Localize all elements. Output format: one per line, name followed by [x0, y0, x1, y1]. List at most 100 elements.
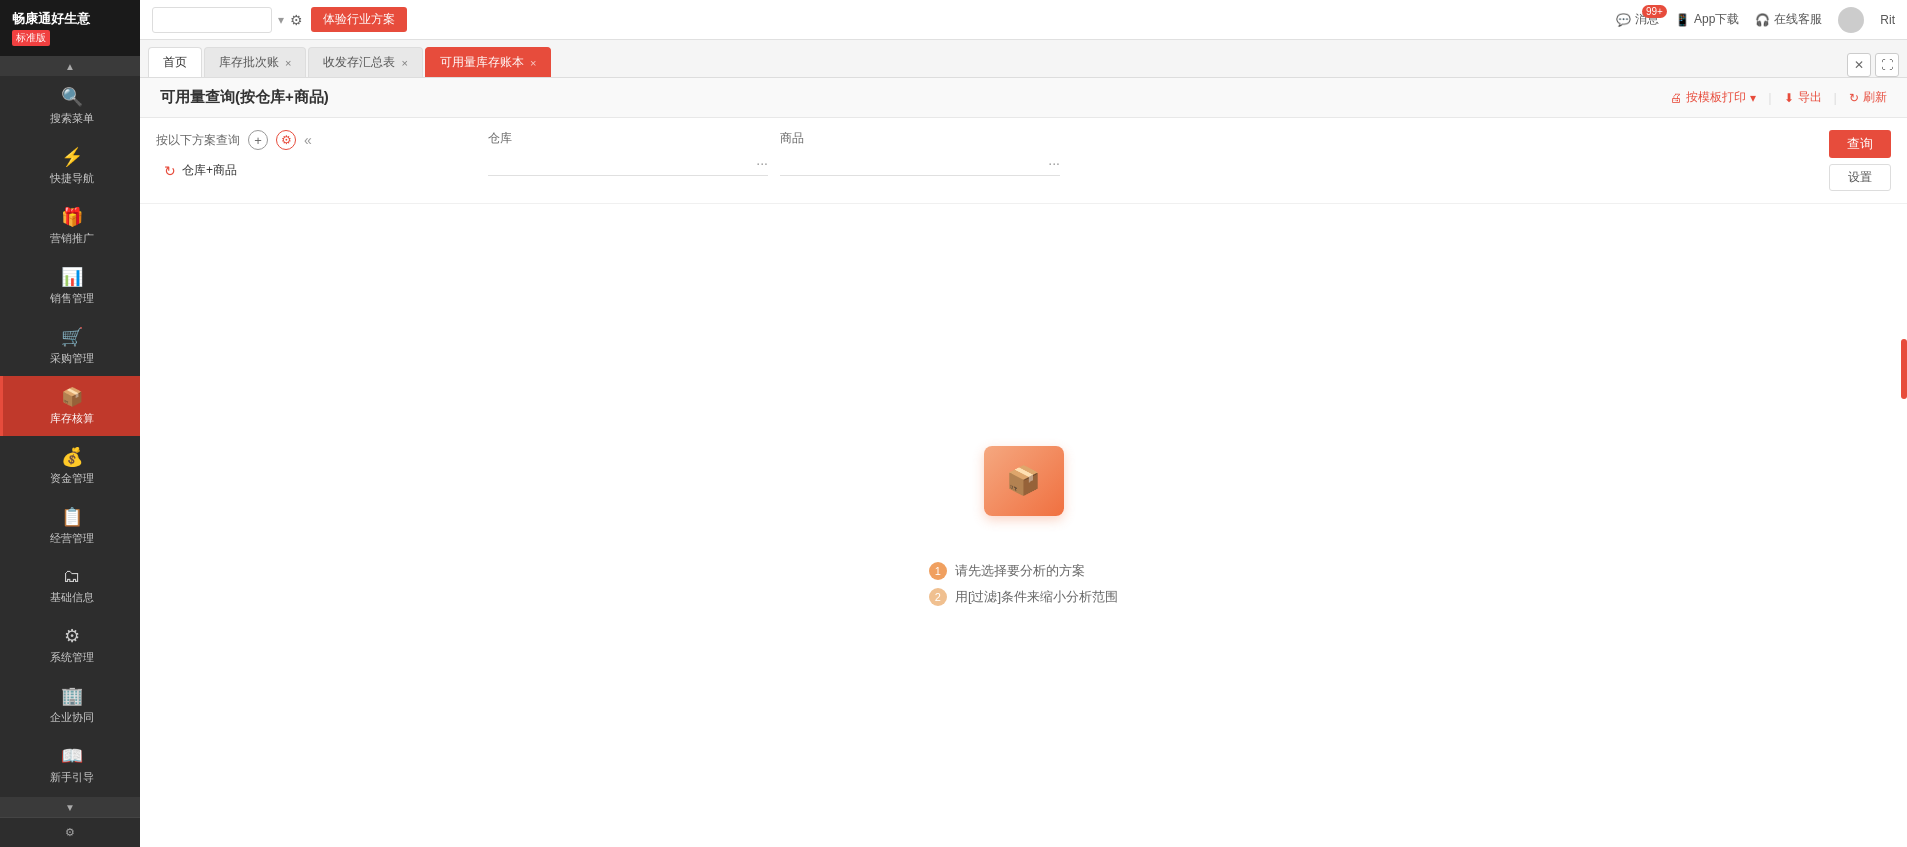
- marketing-icon: 🎁: [61, 206, 83, 228]
- hint-row-1: 1 请先选择要分析的方案: [929, 562, 1085, 580]
- user-avatar[interactable]: [1838, 7, 1864, 33]
- tab-home[interactable]: 首页: [148, 47, 202, 77]
- filter-collapse-btn[interactable]: «: [304, 132, 312, 148]
- empty-box-face: 📦: [1006, 464, 1041, 497]
- filter-actions: 查询 设置: [1829, 130, 1891, 191]
- filter-field-warehouse: 仓库 ···: [488, 130, 768, 176]
- sidebar-item-finance[interactable]: 💰 资金管理: [0, 436, 140, 496]
- username[interactable]: Rit: [1880, 13, 1895, 27]
- online-service-btn[interactable]: 🎧 在线客服: [1755, 11, 1822, 28]
- app-name: 畅康通好生意: [12, 10, 90, 28]
- sidebar-item-search[interactable]: 🔍 搜索菜单: [0, 76, 140, 136]
- app-download-label: App下载: [1694, 11, 1739, 28]
- sidebar-item-enterprise[interactable]: 🏢 企业协同: [0, 675, 140, 735]
- sidebar-item-marketing[interactable]: 🎁 营销推广: [0, 196, 140, 256]
- sidebar: 畅康通好生意 标准版 ▲ 🔍 搜索菜单 ⚡ 快捷导航 🎁 营销推广 📊 销售管理…: [0, 0, 140, 847]
- refresh-label: 刷新: [1863, 89, 1887, 106]
- refresh-icon: ↻: [1849, 91, 1859, 105]
- hint-num-1: 1: [929, 562, 947, 580]
- topbar-search-input[interactable]: [152, 7, 272, 33]
- hint-text-2: 用[过滤]条件来缩小分析范围: [955, 588, 1118, 606]
- operations-icon: 📋: [61, 506, 83, 528]
- expand-icon: ⛶: [1881, 58, 1893, 72]
- sidebar-item-operations[interactable]: 📋 经营管理: [0, 496, 140, 556]
- filter-add-btn[interactable]: +: [248, 130, 268, 150]
- tab-available-close[interactable]: ×: [530, 57, 536, 69]
- message-badge: 99+: [1642, 5, 1667, 18]
- message-btn[interactable]: 💬 消息 99+: [1616, 11, 1659, 28]
- filter-settings-btn[interactable]: 设置: [1829, 164, 1891, 191]
- tab-home-label: 首页: [163, 54, 187, 71]
- purchase-icon: 🛒: [61, 326, 83, 348]
- sidebar-settings[interactable]: ⚙: [0, 817, 140, 847]
- finance-icon: 💰: [61, 446, 83, 468]
- sidebar-item-system[interactable]: ⚙ 系统管理: [0, 615, 140, 675]
- empty-box: 📦: [984, 446, 1064, 516]
- tab-close-btn[interactable]: ✕: [1847, 53, 1871, 77]
- goods-input[interactable]: [780, 156, 1044, 170]
- sep1: |: [1768, 90, 1771, 105]
- export-btn[interactable]: ⬇ 导出: [1784, 89, 1822, 106]
- filter-option-icon: ↻: [164, 163, 176, 179]
- filter-right: 仓库 ··· 商品 ···: [488, 130, 1817, 176]
- sidebar-label-system: 系统管理: [50, 650, 94, 665]
- sidebar-scroll-down[interactable]: ▼: [0, 797, 140, 817]
- print-btn[interactable]: 🖨 按模板打印 ▾: [1670, 89, 1756, 106]
- print-icon: 🖨: [1670, 91, 1682, 105]
- filter-title-row: 按以下方案查询 + ⚙ «: [156, 130, 476, 150]
- tab-summary[interactable]: 收发存汇总表 ×: [308, 47, 422, 77]
- sidebar-scroll-up[interactable]: ▲: [0, 56, 140, 76]
- guide-icon: 📖: [61, 745, 83, 767]
- warehouse-dots[interactable]: ···: [756, 155, 768, 171]
- topbar-dropdown-icon[interactable]: ▾: [278, 13, 284, 27]
- tab-batch[interactable]: 库存批次账 ×: [204, 47, 306, 77]
- sidebar-label-marketing: 营销推广: [50, 231, 94, 246]
- industry-btn[interactable]: 体验行业方案: [311, 7, 407, 32]
- query-btn[interactable]: 查询: [1829, 130, 1891, 158]
- page-header: 可用量查询(按仓库+商品) 🖨 按模板打印 ▾ | ⬇ 导出 | ↻ 刷新: [140, 78, 1907, 118]
- tab-expand-btn[interactable]: ⛶: [1875, 53, 1899, 77]
- gear-small-icon: ⚙: [281, 133, 292, 147]
- sidebar-item-sales[interactable]: 📊 销售管理: [0, 256, 140, 316]
- shortcut-icon: ⚡: [61, 146, 83, 168]
- service-label: 在线客服: [1774, 11, 1822, 28]
- refresh-btn[interactable]: ↻ 刷新: [1849, 89, 1887, 106]
- sidebar-label-enterprise: 企业协同: [50, 710, 94, 725]
- page-content: 可用量查询(按仓库+商品) 🖨 按模板打印 ▾ | ⬇ 导出 | ↻ 刷新: [140, 78, 1907, 847]
- topbar-right: 💬 消息 99+ 📱 App下载 🎧 在线客服 Rit: [1616, 7, 1895, 33]
- tab-batch-close[interactable]: ×: [285, 57, 291, 69]
- app-download-btn[interactable]: 📱 App下载: [1675, 11, 1739, 28]
- filter-gear-btn[interactable]: ⚙: [276, 130, 296, 150]
- inventory-icon: 📦: [61, 386, 83, 408]
- sidebar-item-inventory[interactable]: 📦 库存核算: [0, 376, 140, 436]
- sidebar-item-shortcut[interactable]: ⚡ 快捷导航: [0, 136, 140, 196]
- topbar-gear-icon[interactable]: ⚙: [290, 12, 303, 28]
- warehouse-input[interactable]: [488, 156, 752, 170]
- tabbar-right: ✕ ⛶: [1847, 53, 1899, 77]
- print-chevron-icon: ▾: [1750, 91, 1756, 105]
- right-scrollbar[interactable]: [1901, 339, 1907, 399]
- sidebar-logo: 畅康通好生意 标准版: [0, 0, 140, 56]
- sidebar-label-operations: 经营管理: [50, 531, 94, 546]
- sidebar-label-finance: 资金管理: [50, 471, 94, 486]
- system-icon: ⚙: [64, 625, 80, 647]
- tab-available[interactable]: 可用量库存账本 ×: [425, 47, 551, 77]
- print-label: 按模板打印: [1686, 89, 1746, 106]
- tab-batch-label: 库存批次账: [219, 54, 279, 71]
- app-version: 标准版: [12, 30, 50, 46]
- headset-icon: 🎧: [1755, 13, 1770, 27]
- hint-num-2: 2: [929, 588, 947, 606]
- sidebar-label-basic: 基础信息: [50, 590, 94, 605]
- enterprise-icon: 🏢: [61, 685, 83, 707]
- sep2: |: [1834, 90, 1837, 105]
- filter-left: 按以下方案查询 + ⚙ « ↻ 仓库+商品: [156, 130, 476, 183]
- empty-visual: 📦: [964, 446, 1084, 546]
- phone-icon: 📱: [1675, 13, 1690, 27]
- sidebar-item-basic[interactable]: 🗂 基础信息: [0, 556, 140, 615]
- sidebar-item-purchase[interactable]: 🛒 采购管理: [0, 316, 140, 376]
- filter-option-warehouse-goods[interactable]: ↻ 仓库+商品: [156, 158, 476, 183]
- goods-dots[interactable]: ···: [1048, 155, 1060, 171]
- tab-summary-close[interactable]: ×: [401, 57, 407, 69]
- sidebar-label-guide: 新手引导: [50, 770, 94, 785]
- sidebar-item-guide[interactable]: 📖 新手引导: [0, 735, 140, 795]
